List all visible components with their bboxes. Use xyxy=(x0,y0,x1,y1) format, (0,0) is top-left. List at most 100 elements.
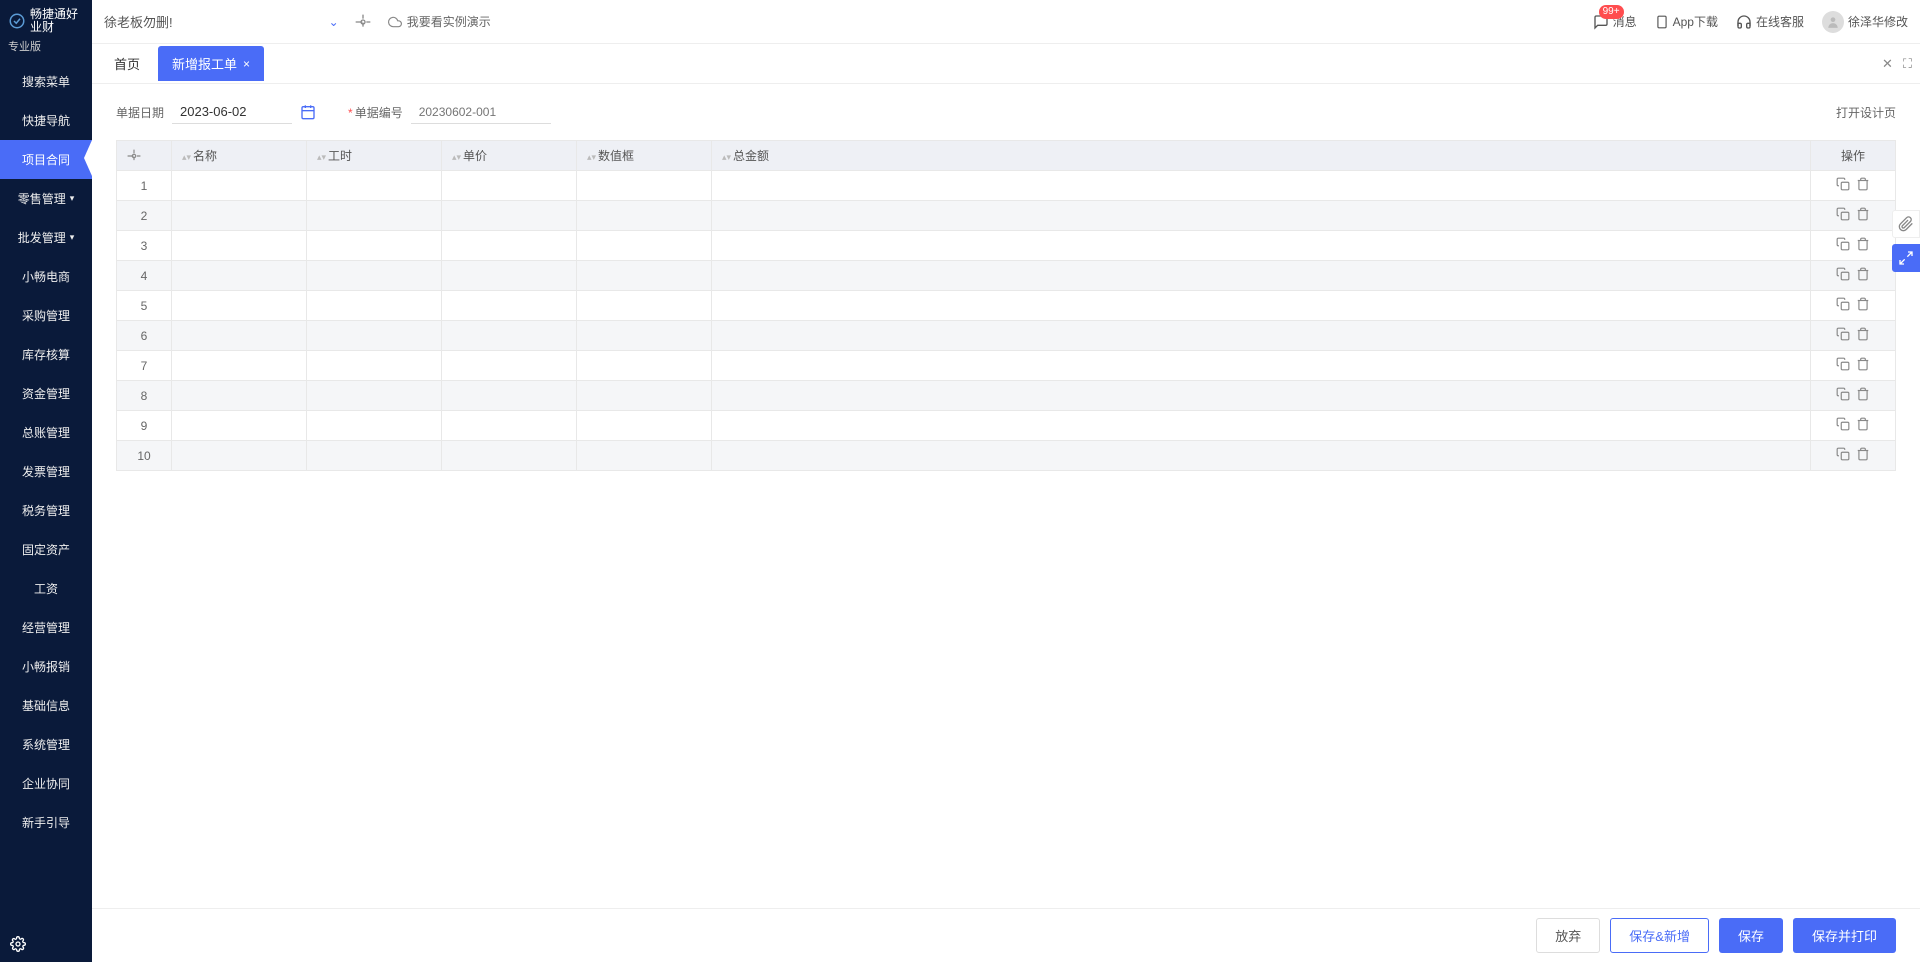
cell[interactable] xyxy=(712,381,1811,411)
service-button[interactable]: 在线客服 xyxy=(1736,13,1804,30)
copy-row-icon[interactable] xyxy=(1836,327,1850,341)
save-button[interactable]: 保存 xyxy=(1719,918,1783,953)
copy-row-icon[interactable] xyxy=(1836,357,1850,371)
sidebar-item-9[interactable]: 总账管理 xyxy=(0,413,92,452)
sidebar-item-2[interactable]: 项目合同 xyxy=(0,140,92,179)
cell[interactable] xyxy=(442,351,577,381)
sidebar-settings[interactable] xyxy=(0,926,92,962)
cell[interactable] xyxy=(307,261,442,291)
cell[interactable] xyxy=(712,261,1811,291)
cell[interactable] xyxy=(442,321,577,351)
docno-input[interactable] xyxy=(411,101,551,124)
cell[interactable] xyxy=(712,321,1811,351)
cell[interactable] xyxy=(712,231,1811,261)
cell[interactable] xyxy=(307,201,442,231)
th-hours[interactable]: ▴▾工时 xyxy=(307,141,442,171)
delete-row-icon[interactable] xyxy=(1856,447,1870,461)
cell[interactable] xyxy=(712,411,1811,441)
cell[interactable] xyxy=(577,351,712,381)
cell[interactable] xyxy=(442,291,577,321)
delete-row-icon[interactable] xyxy=(1856,417,1870,431)
sidebar-item-12[interactable]: 固定资产 xyxy=(0,530,92,569)
sidebar-item-15[interactable]: 小畅报销 xyxy=(0,647,92,686)
cell[interactable] xyxy=(442,381,577,411)
cell[interactable] xyxy=(172,321,307,351)
calendar-icon[interactable] xyxy=(300,104,316,120)
tab-close-icon[interactable]: × xyxy=(243,57,250,71)
sidebar-item-1[interactable]: 快捷导航 xyxy=(0,101,92,140)
cell[interactable] xyxy=(172,171,307,201)
cell[interactable] xyxy=(712,441,1811,471)
cell[interactable] xyxy=(172,291,307,321)
sidebar-item-17[interactable]: 系统管理 xyxy=(0,725,92,764)
th-amount[interactable]: ▴▾总金额 xyxy=(712,141,1811,171)
delete-row-icon[interactable] xyxy=(1856,207,1870,221)
sidebar-item-18[interactable]: 企业协同 xyxy=(0,764,92,803)
messages-button[interactable]: 99+ 消息 xyxy=(1593,13,1637,30)
th-settings[interactable] xyxy=(117,141,172,171)
download-button[interactable]: App下载 xyxy=(1655,13,1718,30)
sidebar-item-10[interactable]: 发票管理 xyxy=(0,452,92,491)
cell[interactable] xyxy=(712,351,1811,381)
cell[interactable] xyxy=(442,441,577,471)
sidebar-item-16[interactable]: 基础信息 xyxy=(0,686,92,725)
cell[interactable] xyxy=(172,261,307,291)
cell[interactable] xyxy=(307,231,442,261)
sidebar-item-4[interactable]: 批发管理▾ xyxy=(0,218,92,257)
cell[interactable] xyxy=(577,201,712,231)
delete-row-icon[interactable] xyxy=(1856,327,1870,341)
cell[interactable] xyxy=(577,381,712,411)
cell[interactable] xyxy=(172,441,307,471)
cell[interactable] xyxy=(172,411,307,441)
org-selector[interactable]: 徐老板勿删! ⌄ xyxy=(104,12,339,31)
cell[interactable] xyxy=(307,171,442,201)
delete-row-icon[interactable] xyxy=(1856,297,1870,311)
sidebar-item-3[interactable]: 零售管理▾ xyxy=(0,179,92,218)
sidebar-item-19[interactable]: 新手引导 xyxy=(0,803,92,842)
tab-home[interactable]: 首页 xyxy=(100,46,154,81)
cell[interactable] xyxy=(442,411,577,441)
user-menu[interactable]: 徐泽华修改 xyxy=(1822,11,1908,33)
discard-button[interactable]: 放弃 xyxy=(1536,918,1600,953)
delete-row-icon[interactable] xyxy=(1856,267,1870,281)
sidebar-item-11[interactable]: 税务管理 xyxy=(0,491,92,530)
copy-row-icon[interactable] xyxy=(1836,177,1850,191)
copy-row-icon[interactable] xyxy=(1836,207,1850,221)
attach-button[interactable] xyxy=(1892,210,1920,238)
copy-row-icon[interactable] xyxy=(1836,237,1850,251)
cell[interactable] xyxy=(307,321,442,351)
save-print-button[interactable]: 保存并打印 xyxy=(1793,918,1896,953)
design-link[interactable]: 打开设计页 xyxy=(1836,104,1896,121)
sidebar-item-0[interactable]: 搜索菜单 xyxy=(0,62,92,101)
th-name[interactable]: ▴▾名称 xyxy=(172,141,307,171)
delete-row-icon[interactable] xyxy=(1856,387,1870,401)
cell[interactable] xyxy=(307,291,442,321)
cell[interactable] xyxy=(442,231,577,261)
cell[interactable] xyxy=(307,411,442,441)
delete-row-icon[interactable] xyxy=(1856,177,1870,191)
cell[interactable] xyxy=(577,171,712,201)
sidebar-item-13[interactable]: 工资 xyxy=(0,569,92,608)
delete-row-icon[interactable] xyxy=(1856,357,1870,371)
cell[interactable] xyxy=(712,201,1811,231)
delete-row-icon[interactable] xyxy=(1856,237,1870,251)
tab-close-all-icon[interactable]: ✕ xyxy=(1882,56,1893,72)
sidebar-item-5[interactable]: 小畅电商 xyxy=(0,257,92,296)
th-price[interactable]: ▴▾单价 xyxy=(442,141,577,171)
sidebar-item-8[interactable]: 资金管理 xyxy=(0,374,92,413)
tab-fullscreen-icon[interactable]: ⛶ xyxy=(1903,56,1912,72)
cell[interactable] xyxy=(577,261,712,291)
cell[interactable] xyxy=(577,321,712,351)
cell[interactable] xyxy=(307,441,442,471)
demo-link[interactable]: 我要看实例演示 xyxy=(387,13,491,30)
cell[interactable] xyxy=(577,411,712,441)
date-input[interactable] xyxy=(172,100,292,124)
cell[interactable] xyxy=(712,171,1811,201)
copy-row-icon[interactable] xyxy=(1836,447,1850,461)
save-new-button[interactable]: 保存&新增 xyxy=(1610,918,1709,953)
copy-row-icon[interactable] xyxy=(1836,267,1850,281)
copy-row-icon[interactable] xyxy=(1836,387,1850,401)
cell[interactable] xyxy=(172,381,307,411)
copy-row-icon[interactable] xyxy=(1836,417,1850,431)
copy-row-icon[interactable] xyxy=(1836,297,1850,311)
